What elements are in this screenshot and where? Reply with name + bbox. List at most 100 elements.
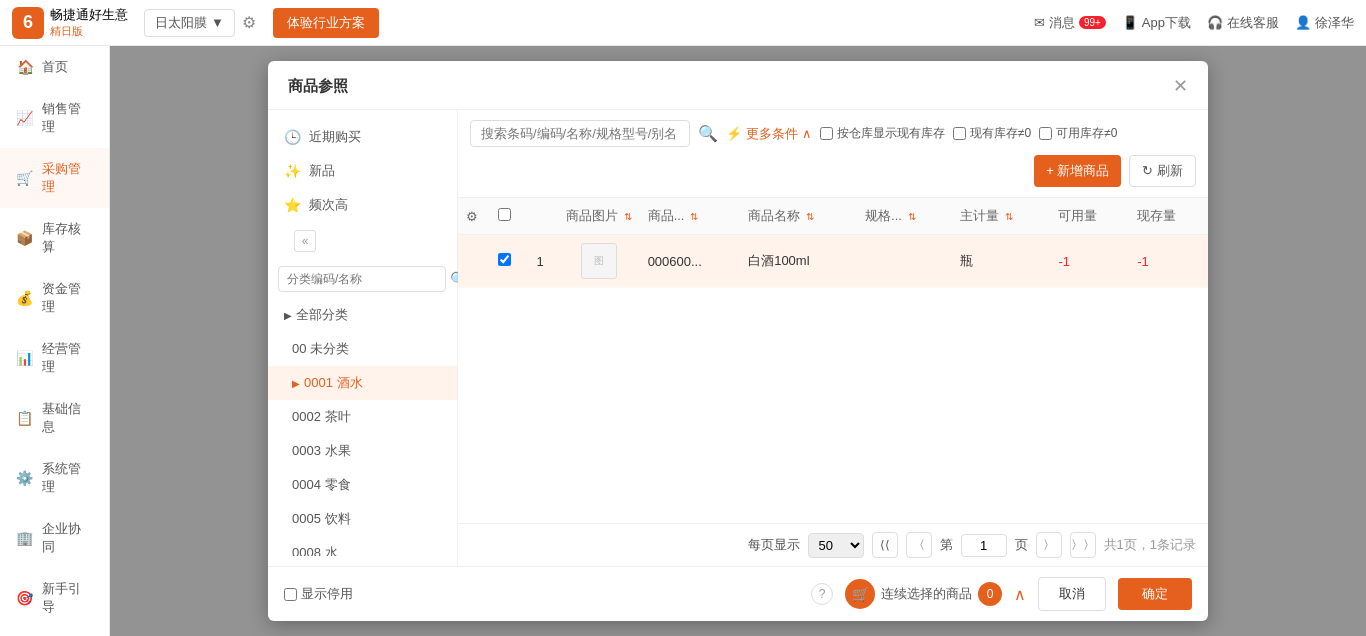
- product-table-wrapper: ⚙ 商品图片 ⇅: [458, 198, 1208, 523]
- product-search-icon[interactable]: 🔍: [698, 124, 718, 143]
- chevron-down-icon: ▼: [211, 15, 224, 30]
- sidebar-item-purchase[interactable]: 🛒 采购管理: [0, 148, 109, 208]
- show-disabled-input[interactable]: [284, 588, 297, 601]
- main-area: 商品参照 ✕ 🕒 近期购买 ✨ 新品 ⭐ 频次高: [110, 46, 1366, 636]
- logo-text: 畅捷通好生意 精日版: [50, 6, 128, 39]
- select-all-checkbox[interactable]: [498, 208, 511, 221]
- category-all[interactable]: ▶ 全部分类: [268, 298, 457, 332]
- avatar-icon: 👤: [1295, 15, 1311, 30]
- sidebar-item-guide[interactable]: 🎯 新手引导: [0, 568, 109, 628]
- logo-area: 6 畅捷通好生意 精日版: [12, 6, 128, 39]
- checkbox-nonzero-stock[interactable]: 现有库存≠0: [953, 125, 1031, 142]
- cell-stock: -1: [1129, 235, 1208, 288]
- category-water[interactable]: 0008 水: [268, 536, 457, 556]
- settings-icon[interactable]: ⚙: [235, 9, 263, 37]
- th-unit[interactable]: 主计量 ⇅: [952, 198, 1050, 235]
- pagination-bar: 每页显示 50 100 200 ⟨⟨ 〈 第 页 〉 〉〉 共1页，1: [458, 523, 1208, 566]
- sidebar-label-home: 首页: [42, 58, 68, 76]
- checkbox-available-nonzero-input[interactable]: [1039, 127, 1052, 140]
- sidebar-label-purchase: 采购管理: [42, 160, 93, 196]
- sidebar-label-sales: 销售管理: [42, 100, 93, 136]
- th-code[interactable]: 商品... ⇅: [640, 198, 741, 235]
- product-search-input[interactable]: [470, 120, 690, 147]
- th-name[interactable]: 商品名称 ⇅: [740, 198, 857, 235]
- cart-icon[interactable]: 🛒: [845, 579, 875, 609]
- collapse-panel-btn[interactable]: «: [294, 230, 316, 252]
- cart-collapse-btn[interactable]: ∧: [1014, 585, 1026, 604]
- sidebar-item-app[interactable]: 📱 应用中心: [0, 628, 109, 636]
- sidebar-item-inventory[interactable]: 📦 库存核算: [0, 208, 109, 268]
- first-page-btn[interactable]: ⟨⟨: [872, 532, 898, 558]
- category-unclassified[interactable]: 00 未分类: [268, 332, 457, 366]
- home-icon: 🏠: [16, 58, 34, 76]
- sidebar-item-sales[interactable]: 📈 销售管理: [0, 88, 109, 148]
- quick-frequent[interactable]: ⭐ 频次高: [268, 188, 457, 222]
- show-disabled-checkbox[interactable]: 显示停用: [284, 585, 353, 603]
- th-image[interactable]: 商品图片 ⇅: [558, 198, 640, 235]
- sidebar-item-operations[interactable]: 📊 经营管理: [0, 328, 109, 388]
- quick-new-product[interactable]: ✨ 新品: [268, 154, 457, 188]
- message-icon: ✉: [1034, 15, 1045, 30]
- last-page-btn[interactable]: 〉〉: [1070, 532, 1096, 558]
- sidebar-label-inventory: 库存核算: [42, 220, 93, 256]
- quick-recent-purchase[interactable]: 🕒 近期购买: [268, 120, 457, 154]
- category-fruit[interactable]: 0003 水果: [268, 434, 457, 468]
- sidebar-item-home[interactable]: 🏠 首页: [0, 46, 109, 88]
- sidebar-label-basic-info: 基础信息: [42, 400, 93, 436]
- checkbox-show-inventory-input[interactable]: [820, 127, 833, 140]
- modal-close-btn[interactable]: ✕: [1173, 75, 1188, 97]
- help-icon[interactable]: ?: [811, 583, 833, 605]
- th-stock[interactable]: 现存量: [1129, 198, 1208, 235]
- modal-left-panel: 🕒 近期购买 ✨ 新品 ⭐ 频次高 «: [268, 110, 458, 566]
- product-table: ⚙ 商品图片 ⇅: [458, 198, 1208, 288]
- sidebar-item-finance[interactable]: 💰 资金管理: [0, 268, 109, 328]
- category-liquor[interactable]: ▶ 0001 酒水: [268, 366, 457, 400]
- table-row[interactable]: 1 图 000600... 白酒100ml: [458, 235, 1208, 288]
- th-spec[interactable]: 规格... ⇅: [857, 198, 952, 235]
- modal-header: 商品参照 ✕: [268, 61, 1208, 110]
- checkbox-available-nonzero[interactable]: 可用库存≠0: [1039, 125, 1117, 142]
- messages-btn[interactable]: ✉ 消息 99+: [1034, 14, 1106, 32]
- sidebar-item-basic-info[interactable]: 📋 基础信息: [0, 388, 109, 448]
- arrow-down-icon: ▶: [292, 378, 300, 389]
- confirm-btn[interactable]: 确定: [1118, 578, 1192, 610]
- sidebar-label-finance: 资金管理: [42, 280, 93, 316]
- user-avatar[interactable]: 👤 徐泽华: [1295, 14, 1354, 32]
- th-settings[interactable]: ⚙: [458, 198, 490, 235]
- product-image: 图: [581, 243, 617, 279]
- cell-available: -1: [1050, 235, 1129, 288]
- arrow-right-icon: ▶: [284, 310, 292, 321]
- chevron-up-icon: ∧: [802, 126, 812, 141]
- refresh-btn[interactable]: ↻ 刷新: [1129, 155, 1196, 187]
- filter-icon: ⚡: [726, 126, 742, 141]
- sort-image-icon: ⇅: [624, 211, 632, 222]
- modal-overlay: 商品参照 ✕ 🕒 近期购买 ✨ 新品 ⭐ 频次高: [110, 46, 1366, 636]
- online-service-btn[interactable]: 🎧 在线客服: [1207, 14, 1279, 32]
- more-filter-btn[interactable]: ⚡ 更多条件 ∧: [726, 125, 812, 143]
- trial-btn[interactable]: 体验行业方案: [273, 8, 379, 38]
- th-available[interactable]: 可用量: [1050, 198, 1129, 235]
- cell-checkbox[interactable]: [490, 235, 522, 288]
- row-checkbox[interactable]: [498, 253, 511, 266]
- add-product-btn[interactable]: + 新增商品: [1034, 155, 1121, 187]
- cell-spec: [857, 235, 952, 288]
- cell-image: 图: [558, 235, 640, 288]
- sidebar-item-enterprise[interactable]: 🏢 企业协同: [0, 508, 109, 568]
- page-number-input[interactable]: [961, 534, 1007, 557]
- page-size-select[interactable]: 50 100 200: [808, 533, 864, 558]
- cancel-btn[interactable]: 取消: [1038, 577, 1106, 611]
- checkbox-show-inventory[interactable]: 按仓库显示现有库存: [820, 125, 945, 142]
- app-download-btn[interactable]: 📱 App下载: [1122, 14, 1191, 32]
- modal-body: 🕒 近期购买 ✨ 新品 ⭐ 频次高 «: [268, 110, 1208, 566]
- sidebar-item-system[interactable]: ⚙️ 系统管理: [0, 448, 109, 508]
- category-search-input[interactable]: [278, 266, 446, 292]
- category-snacks[interactable]: 0004 零食: [268, 468, 457, 502]
- nav-store-select[interactable]: 日太阳膜 ▼: [144, 9, 235, 37]
- action-buttons: + 新增商品 ↻ 刷新: [1034, 155, 1196, 187]
- modal-footer: 显示停用 ? 🛒 连续选择的商品 0 ∧ 取消 确定: [268, 566, 1208, 621]
- checkbox-nonzero-stock-input[interactable]: [953, 127, 966, 140]
- category-tea[interactable]: 0002 茶叶: [268, 400, 457, 434]
- next-page-btn[interactable]: 〉: [1036, 532, 1062, 558]
- prev-page-btn[interactable]: 〈: [906, 532, 932, 558]
- category-beverages[interactable]: 0005 饮料: [268, 502, 457, 536]
